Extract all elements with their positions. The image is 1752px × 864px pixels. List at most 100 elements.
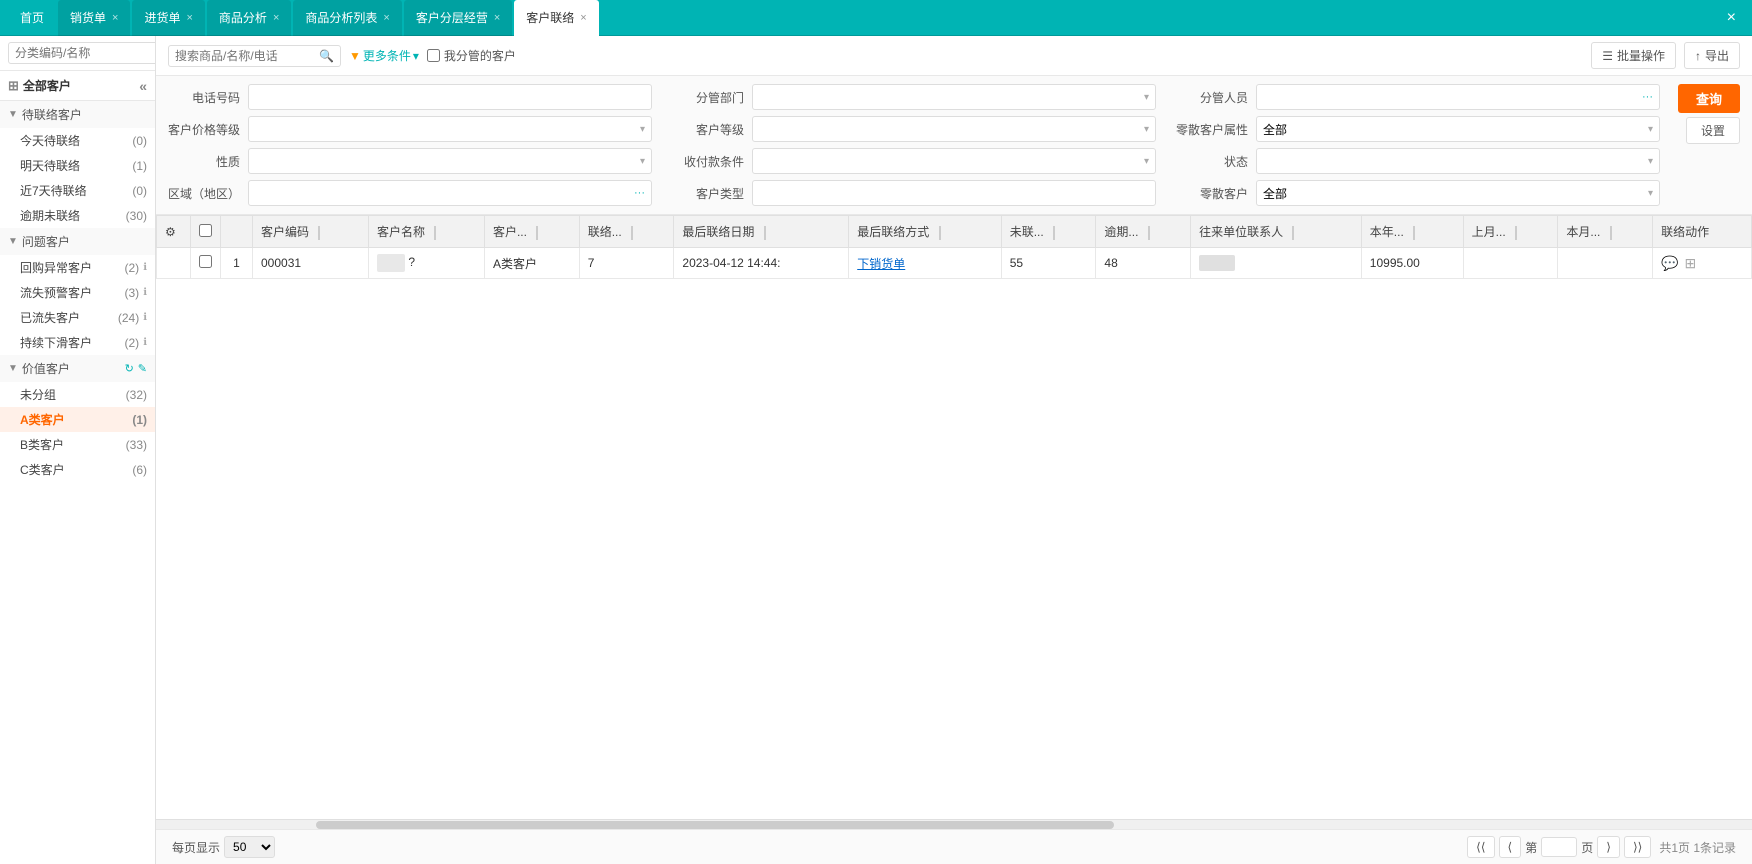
select-all-checkbox[interactable] [199,224,212,237]
region-input[interactable] [255,186,634,200]
sidebar-group-pending[interactable]: ▼ 待联络客户 [0,101,155,128]
page-number-input[interactable]: 1 [1541,837,1577,857]
filter-input-dept[interactable]: ▾ [752,84,1156,110]
filter-input-status[interactable]: ▾ [1256,148,1660,174]
sidebar-item-abnormal[interactable]: 回购异常客户 (2) ℹ [0,255,155,280]
filter-input-scatter-cust[interactable]: 全部 ▾ [1256,180,1660,206]
prev-page-button[interactable]: ⟨ [1499,836,1522,858]
nav-tab-sales[interactable]: 销货单 × [58,0,130,36]
row-last-method[interactable]: 下销货单 [857,257,905,271]
col-unit-contact-resizer[interactable] [1290,226,1294,240]
nav-tab-customer-contact[interactable]: 客户联络 × [514,0,598,36]
col-last-method-resizer[interactable] [937,226,941,240]
sidebar-group-value[interactable]: ▼ 价值客户 ↻ ✎ [0,355,155,382]
settings-gear-icon[interactable]: ⚙ [165,225,176,239]
sidebar-item-tomorrow[interactable]: 明天待联络 (1) [0,153,155,178]
filter-input-price-grade[interactable]: ▾ [248,116,652,142]
nav-tab-home[interactable]: 首页 [8,0,56,36]
filter-search-input[interactable] [175,49,315,63]
next-page-button[interactable]: ⟩ [1597,836,1620,858]
scatter-attr-dropdown-icon[interactable]: ▾ [1648,124,1653,135]
region-more-icon[interactable]: ··· [634,187,645,199]
close-goods-list-icon[interactable]: × [383,12,389,24]
person-more-icon[interactable]: ··· [1642,91,1653,103]
filter-input-cust-grade[interactable]: ▾ [752,116,1156,142]
close-purchase-icon[interactable]: × [186,12,192,24]
cust-type-input[interactable] [759,186,1149,200]
col-last-date-resizer[interactable] [762,226,766,240]
close-customer-contact-icon[interactable]: × [580,12,586,24]
sidebar-item-overdue[interactable]: 逾期未联络 (30) [0,203,155,228]
col-no-contact-resizer[interactable] [1051,226,1055,240]
nav-tab-customer-tier[interactable]: 客户分层经营 × [404,0,512,36]
sidebar-item-b-class[interactable]: B类客户 (33) [0,432,155,457]
last-page-button[interactable]: ⟩⟩ [1624,836,1651,858]
price-grade-input[interactable] [255,122,640,136]
sidebar-item-a-class[interactable]: A类客户 (1) [0,407,155,432]
scatter-cust-dropdown-icon[interactable]: ▾ [1648,188,1653,199]
filter-input-person[interactable]: ··· [1256,84,1660,110]
batch-op-button[interactable]: ☰ 批量操作 [1591,42,1676,69]
col-last-month-resizer[interactable] [1513,226,1517,240]
filter-input-cust-type[interactable] [752,180,1156,206]
filter-input-phone[interactable] [248,84,652,110]
dept-dropdown-icon[interactable]: ▾ [1144,92,1149,103]
col-this-year-resizer[interactable] [1411,226,1415,240]
export-button[interactable]: ↑ 导出 [1684,42,1740,69]
sidebar-item-7days[interactable]: 近7天待联络 (0) [0,178,155,203]
comment-action-icon[interactable]: 💬 [1661,255,1678,272]
filter-more-btn[interactable]: ▼ 更多条件 ▾ [349,47,419,64]
col-code-resizer[interactable] [316,226,320,240]
filter-input-scatter-attr[interactable]: 全部 ▾ [1256,116,1660,142]
nature-input[interactable] [255,154,640,168]
close-sales-icon[interactable]: × [112,12,118,24]
price-grade-dropdown-icon[interactable]: ▾ [640,124,645,135]
close-all-button[interactable]: × [1719,9,1744,27]
col-type-resizer[interactable] [534,226,538,240]
cust-grade-dropdown-icon[interactable]: ▾ [1144,124,1149,135]
col-this-month-resizer[interactable] [1608,226,1612,240]
close-goods-analysis-icon[interactable]: × [273,12,279,24]
first-page-button[interactable]: ⟨⟨ [1467,836,1494,858]
value-group-edit-icon[interactable]: ✎ [138,362,147,375]
payment-dropdown-icon[interactable]: ▾ [1144,156,1149,167]
table-scrollbar-thumb[interactable] [316,821,1114,829]
status-dropdown-icon[interactable]: ▾ [1648,156,1653,167]
sidebar-group-problem[interactable]: ▼ 问题客户 [0,228,155,255]
nav-tab-goods-list[interactable]: 商品分析列表 × [293,0,401,36]
nature-dropdown-icon[interactable]: ▾ [640,156,645,167]
col-name-resizer[interactable] [432,226,436,240]
table-scrollbar[interactable] [156,819,1752,829]
col-overdue-resizer[interactable] [1146,226,1150,240]
status-input[interactable] [1263,154,1648,168]
nav-tab-goods-analysis[interactable]: 商品分析 × [207,0,291,36]
filter-input-region[interactable]: ··· [248,180,652,206]
person-input[interactable] [1263,90,1642,104]
sidebar-item-c-class[interactable]: C类客户 (6) [0,457,155,482]
sidebar-search-input[interactable] [8,42,156,64]
phone-input[interactable] [255,90,645,104]
sidebar-item-today[interactable]: 今天待联络 (0) [0,128,155,153]
settings-button[interactable]: 设置 [1686,117,1740,144]
per-page-dropdown[interactable]: 50 10 20 100 [224,836,275,858]
sidebar-item-declining[interactable]: 持续下滑客户 (2) ℹ [0,330,155,355]
query-button[interactable]: 查询 [1678,84,1740,113]
sidebar-item-churn-warn[interactable]: 流失预警客户 (3) ℹ [0,280,155,305]
col-contact-count-resizer[interactable] [629,226,633,240]
my-customers-checkbox-wrap[interactable]: 我分管的客户 [427,47,516,64]
dept-input[interactable] [759,90,1144,104]
value-group-refresh-icon[interactable]: ↻ [125,362,134,375]
cust-grade-input[interactable] [759,122,1144,136]
filter-input-nature[interactable]: ▾ [248,148,652,174]
row-checkbox[interactable] [199,255,212,268]
my-customers-checkbox[interactable] [427,49,440,62]
nav-tab-purchase[interactable]: 进货单 × [132,0,204,36]
payment-input[interactable] [759,154,1144,168]
sidebar-item-unclassified[interactable]: 未分组 (32) [0,382,155,407]
close-customer-tier-icon[interactable]: × [494,12,500,24]
col-settings[interactable]: ⚙ [157,216,191,248]
sidebar-item-churned[interactable]: 已流失客户 (24) ℹ [0,305,155,330]
grid-action-icon[interactable]: ⊞ [1685,255,1697,272]
filter-input-payment[interactable]: ▾ [752,148,1156,174]
sidebar-collapse-icon[interactable]: « [139,78,147,94]
